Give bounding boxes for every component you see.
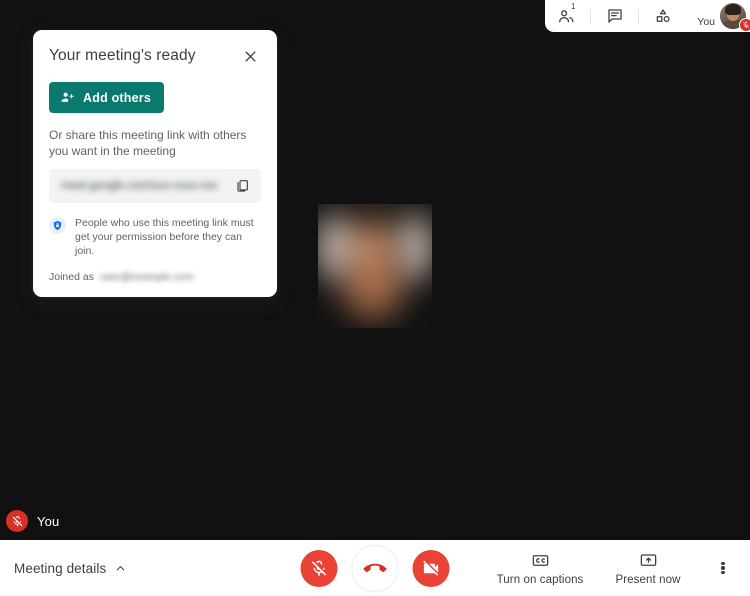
close-icon bbox=[245, 51, 255, 61]
shield-lock-icon bbox=[49, 217, 66, 234]
more-options-button[interactable] bbox=[706, 551, 740, 585]
toolbar-divider bbox=[590, 8, 591, 24]
meeting-link-text: meet.google.com/xxx-xxxx-xxx bbox=[61, 180, 218, 192]
activities-button[interactable] bbox=[641, 0, 684, 32]
meeting-details-label: Meeting details bbox=[14, 560, 107, 576]
meeting-link-row[interactable]: meet.google.com/xxx-xxxx-xxx bbox=[49, 169, 261, 203]
activities-icon bbox=[656, 9, 670, 23]
joined-as-email: user@example.com bbox=[99, 271, 194, 283]
self-status-group[interactable]: You bbox=[697, 3, 750, 32]
chevron-up-icon bbox=[117, 565, 125, 570]
mic-off-icon bbox=[311, 560, 327, 576]
captions-label: Turn on captions bbox=[496, 573, 584, 586]
copy-icon bbox=[237, 180, 248, 192]
copy-link-button[interactable] bbox=[229, 173, 255, 199]
permission-note-text: People who use this meeting link must ge… bbox=[75, 217, 254, 257]
joined-as-label: Joined as bbox=[49, 271, 94, 283]
people-button[interactable]: 1 bbox=[545, 0, 588, 32]
bottom-control-bar: Meeting details Turn on captions Present… bbox=[0, 540, 750, 596]
dialog-header: Your meeting's ready bbox=[49, 46, 261, 67]
avatar[interactable] bbox=[720, 3, 750, 32]
camera-toggle-button[interactable] bbox=[412, 549, 450, 587]
blurred-participant-image bbox=[318, 204, 432, 328]
chat-button[interactable] bbox=[593, 0, 636, 32]
top-you-label: You bbox=[697, 16, 715, 28]
google-meet-window: You 1 You Your meeting's ready Add other… bbox=[0, 0, 750, 596]
more-vert-icon bbox=[721, 561, 725, 576]
videocam-off-icon bbox=[423, 560, 439, 576]
self-video-tile bbox=[318, 204, 432, 328]
people-count: 1 bbox=[571, 2, 576, 11]
mic-off-icon bbox=[6, 510, 28, 532]
permission-note: People who use this meeting link must ge… bbox=[49, 216, 261, 258]
share-link-hint: Or share this meeting link with others y… bbox=[49, 128, 247, 158]
self-name-label: You bbox=[37, 513, 60, 529]
present-now-button[interactable]: Present now bbox=[594, 551, 702, 586]
person-add-icon bbox=[61, 92, 74, 102]
dialog-title: Your meeting's ready bbox=[49, 47, 196, 64]
chat-icon bbox=[607, 9, 622, 23]
secondary-controls: Turn on captions Present now bbox=[486, 551, 750, 586]
microphone-toggle-button[interactable] bbox=[300, 549, 338, 587]
turn-on-captions-button[interactable]: Turn on captions bbox=[486, 551, 594, 586]
joined-as-row: Joined as user@example.com bbox=[49, 271, 261, 283]
top-right-toolbar: 1 You bbox=[545, 0, 750, 32]
toolbar-divider-2 bbox=[638, 8, 639, 24]
present-to-all-icon bbox=[640, 553, 656, 566]
add-others-label: Add others bbox=[83, 90, 151, 105]
leave-call-button[interactable] bbox=[351, 544, 399, 592]
close-button[interactable] bbox=[239, 45, 261, 67]
avatar-mic-off-icon bbox=[739, 18, 750, 32]
self-name-chip: You bbox=[6, 510, 59, 532]
call-controls bbox=[300, 544, 450, 592]
meeting-details-button[interactable]: Meeting details bbox=[14, 561, 127, 576]
add-others-button[interactable]: Add others bbox=[49, 82, 164, 113]
present-label: Present now bbox=[615, 573, 681, 586]
closed-caption-icon bbox=[532, 554, 548, 566]
meeting-ready-dialog: Your meeting's ready Add others Or share… bbox=[33, 30, 277, 297]
call-end-icon bbox=[363, 563, 387, 572]
